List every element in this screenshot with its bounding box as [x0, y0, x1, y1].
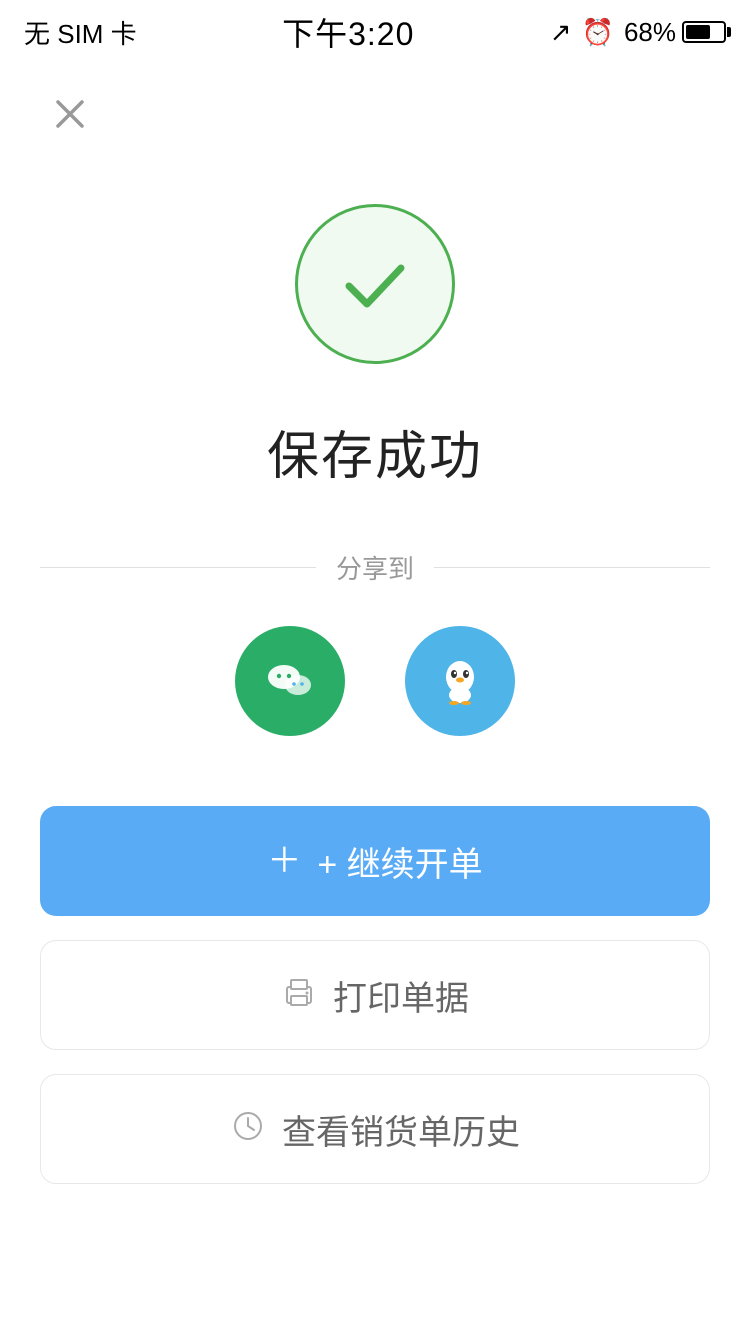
- print-button[interactable]: 打印单据: [40, 940, 710, 1050]
- location-icon: ↗: [550, 17, 572, 48]
- battery-fill: [686, 25, 710, 39]
- success-title: 保存成功: [267, 414, 483, 489]
- share-divider: 分享到: [40, 549, 710, 586]
- status-bar: 无 SIM 卡 下午3:20 ↗ ⏰ 68%: [0, 0, 750, 64]
- plus-icon: ＋: [267, 844, 301, 878]
- share-section: 分享到: [40, 549, 710, 736]
- status-left: 无 SIM 卡: [24, 14, 147, 51]
- wechat-icon: [258, 649, 322, 713]
- print-label: 打印单据: [333, 971, 469, 1020]
- battery-block: 68%: [624, 17, 726, 48]
- success-circle: [295, 204, 455, 364]
- main-content: 保存成功 分享到: [0, 84, 750, 1184]
- printer-icon: [281, 974, 317, 1016]
- qq-icon: [428, 649, 492, 713]
- qq-share-button[interactable]: [405, 626, 515, 736]
- clock-icon: [230, 1108, 266, 1150]
- actions-section: ＋ + 继续开单 打印单据 查看销货单历史: [40, 806, 710, 1184]
- checkmark-icon: [335, 244, 415, 324]
- history-label: 查看销货单历史: [282, 1105, 520, 1154]
- share-label: 分享到: [336, 549, 414, 586]
- wechat-share-button[interactable]: [235, 626, 345, 736]
- battery-percent-text: 68%: [624, 17, 676, 48]
- alarm-icon: ⏰: [582, 17, 614, 48]
- history-button[interactable]: 查看销货单历史: [40, 1074, 710, 1184]
- status-time: 下午3:20: [282, 9, 414, 55]
- share-icons: [40, 626, 710, 736]
- continue-label: + 继续开单: [317, 837, 482, 886]
- battery-icon: [682, 21, 726, 43]
- status-right: ↗ ⏰ 68%: [550, 17, 726, 48]
- success-section: 保存成功: [40, 204, 710, 489]
- carrier-text: 无 SIM 卡: [24, 14, 137, 51]
- continue-button[interactable]: ＋ + 继续开单: [40, 806, 710, 916]
- close-button[interactable]: [40, 84, 100, 144]
